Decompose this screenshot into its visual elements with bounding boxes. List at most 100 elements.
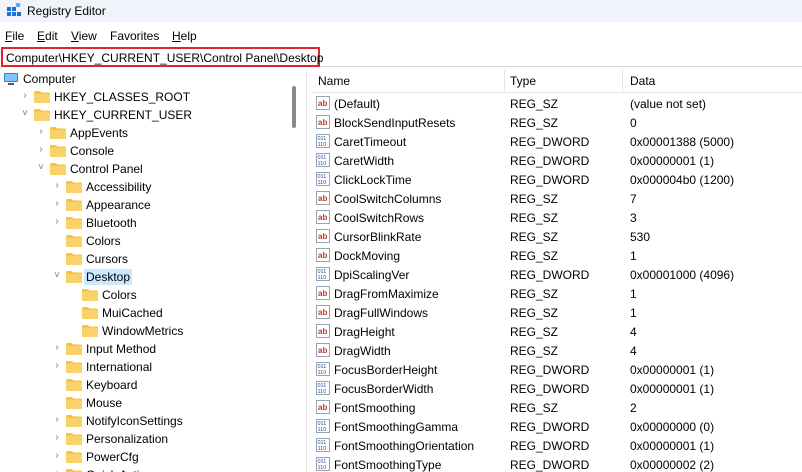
tree-item[interactable]: › Appearance xyxy=(0,196,300,214)
svg-text:ab: ab xyxy=(318,346,327,355)
chevron-down-icon[interactable]: ˅ xyxy=(36,163,46,173)
cell-type: REG_DWORD xyxy=(510,363,590,377)
chevron-right-icon[interactable]: › xyxy=(52,181,62,191)
key-tree[interactable]: Computer › HKEY_CLASSES_ROOT ˅ HKEY_CURRENT_… xyxy=(0,70,306,472)
column-separator[interactable] xyxy=(504,70,505,92)
tree-item[interactable]: › Personalization xyxy=(0,430,300,448)
tree-scrollbar[interactable] xyxy=(290,70,300,472)
chevron-down-icon[interactable]: ˅ xyxy=(20,109,30,119)
table-row[interactable]: 011 110 FocusBorderWidth REG_DWORD 0x0000000… xyxy=(312,379,802,398)
pane-splitter[interactable] xyxy=(306,70,307,472)
cell-name: CaretTimeout xyxy=(334,135,407,149)
binary-value-icon: 011 110 xyxy=(316,457,330,471)
cell-type: REG_SZ xyxy=(510,230,559,244)
cell-type: REG_SZ xyxy=(510,306,559,320)
tree-item[interactable]: WindowMetrics xyxy=(0,322,300,340)
cell-type: REG_DWORD xyxy=(510,154,590,168)
menu-view[interactable]: View xyxy=(71,29,97,43)
table-row[interactable]: ab BlockSendInputResets REG_SZ 0 xyxy=(312,113,802,132)
tree-scrollbar-thumb[interactable] xyxy=(292,86,296,128)
tree-item[interactable]: ˅ Control Panel xyxy=(0,160,300,178)
tree-item[interactable]: MuiCached xyxy=(0,304,300,322)
tree-item[interactable]: › Console xyxy=(0,142,300,160)
tree-item[interactable]: › AppEvents xyxy=(0,124,300,142)
chevron-right-icon[interactable]: › xyxy=(36,127,46,137)
chevron-right-icon[interactable]: › xyxy=(52,217,62,227)
tree-item[interactable]: ˅ Desktop xyxy=(0,268,300,286)
binary-value-icon: 011 110 xyxy=(316,419,330,433)
cell-name: FontSmoothingOrientation xyxy=(334,439,475,453)
string-value-icon: ab xyxy=(316,305,330,319)
address-bar-extension[interactable] xyxy=(320,49,802,67)
table-row[interactable]: ab CursorBlinkRate REG_SZ 530 xyxy=(312,227,802,246)
tree-item[interactable]: Colors xyxy=(0,232,300,250)
table-row[interactable]: ab DragFullWindows REG_SZ 1 xyxy=(312,303,802,322)
column-header-name[interactable]: Name xyxy=(318,74,350,88)
tree-item[interactable]: ›Quick Actions xyxy=(0,466,300,472)
cell-data: 0x00000001 (1) xyxy=(630,382,715,396)
table-row[interactable]: ab DragHeight REG_SZ 4 xyxy=(312,322,802,341)
tree-item[interactable]: Cursors xyxy=(0,250,300,268)
table-row[interactable]: ab CoolSwitchRows REG_SZ 3 xyxy=(312,208,802,227)
address-input[interactable]: Computer\HKEY_CURRENT_USER\Control Panel… xyxy=(6,51,323,65)
table-row[interactable]: ab DragFromMaximize REG_SZ 1 xyxy=(312,284,802,303)
tree-item[interactable]: › PowerCfg xyxy=(0,448,300,466)
tree-item[interactable]: Colors xyxy=(0,286,300,304)
table-row[interactable]: 011 110 CaretWidth REG_DWORD 0x00000001 (1) xyxy=(312,151,802,170)
tree-item[interactable]: › International xyxy=(0,358,300,376)
binary-value-icon: 011 110 xyxy=(316,381,330,395)
table-row[interactable]: ab FontSmoothing REG_SZ 2 xyxy=(312,398,802,417)
table-row[interactable]: 011 110 FontSmoothingType REG_DWORD 0x000000… xyxy=(312,455,802,472)
tree-item[interactable]: › NotifyIconSettings xyxy=(0,412,300,430)
chevron-right-icon[interactable]: › xyxy=(52,433,62,443)
menu-help[interactable]: Help xyxy=(172,29,197,43)
menu-edit[interactable]: Edit xyxy=(37,29,58,43)
tree-item-label: Appearance xyxy=(86,198,151,212)
column-separator[interactable] xyxy=(622,70,623,92)
folder-icon xyxy=(66,234,82,247)
menu-favorites[interactable]: Favorites xyxy=(110,29,159,43)
column-header-data[interactable]: Data xyxy=(630,74,655,88)
tree-item[interactable]: › HKEY_CLASSES_ROOT xyxy=(0,88,300,106)
chevron-right-icon[interactable]: › xyxy=(52,343,62,353)
table-row[interactable]: 011 110 DpiScalingVer REG_DWORD 0x00001000 (… xyxy=(312,265,802,284)
cell-type: REG_DWORD xyxy=(510,458,590,472)
tree-item-label: Personalization xyxy=(86,432,169,446)
folder-icon xyxy=(50,126,66,139)
tree-item[interactable]: Mouse xyxy=(0,394,300,412)
table-row[interactable]: 011 110 FontSmoothingOrientation REG_DWORD 0… xyxy=(312,436,802,455)
chevron-right-icon[interactable]: › xyxy=(20,91,30,101)
cell-name: FontSmoothing xyxy=(334,401,416,415)
chevron-right-icon[interactable]: › xyxy=(52,451,62,461)
chevron-right-icon[interactable]: › xyxy=(52,199,62,209)
string-value-icon: ab xyxy=(316,248,330,262)
tree-item[interactable]: › Bluetooth xyxy=(0,214,300,232)
table-row[interactable]: ab DockMoving REG_SZ 1 xyxy=(312,246,802,265)
column-header-type[interactable]: Type xyxy=(510,74,536,88)
folder-icon xyxy=(82,288,98,301)
chevron-right-icon[interactable]: › xyxy=(36,145,46,155)
svg-text:110: 110 xyxy=(318,465,327,471)
cell-name: CaretWidth xyxy=(334,154,395,168)
tree-item[interactable]: Computer xyxy=(0,70,300,88)
table-row[interactable]: 011 110 FontSmoothingGamma REG_DWORD 0x00000… xyxy=(312,417,802,436)
chevron-right-icon[interactable]: › xyxy=(52,361,62,371)
menu-file[interactable]: File xyxy=(5,29,24,43)
tree-item[interactable]: ˅ HKEY_CURRENT_USER xyxy=(0,106,300,124)
registry-editor-icon xyxy=(7,3,21,16)
cell-name: DockMoving xyxy=(334,249,401,263)
tree-item[interactable]: › Input Method xyxy=(0,340,300,358)
table-row[interactable]: 011 110 FocusBorderHeight REG_DWORD 0x000000… xyxy=(312,360,802,379)
chevron-down-icon[interactable]: ˅ xyxy=(52,271,62,281)
table-row[interactable]: ab DragWidth REG_SZ 4 xyxy=(312,341,802,360)
folder-icon xyxy=(66,360,82,373)
table-row[interactable]: 011 110 ClickLockTime REG_DWORD 0x000004b0 (… xyxy=(312,170,802,189)
tree-item[interactable]: › Accessibility xyxy=(0,178,300,196)
tree-item[interactable]: Keyboard xyxy=(0,376,300,394)
values-list[interactable]: Name Type Data ab (Default) REG_SZ (value n… xyxy=(312,70,802,472)
address-bar[interactable]: Computer\HKEY_CURRENT_USER\Control Panel… xyxy=(1,47,323,67)
table-row[interactable]: 011 110 CaretTimeout REG_DWORD 0x00001388 (5… xyxy=(312,132,802,151)
table-row[interactable]: ab CoolSwitchColumns REG_SZ 7 xyxy=(312,189,802,208)
table-row[interactable]: ab (Default) REG_SZ (value not set) xyxy=(312,94,802,113)
chevron-right-icon[interactable]: › xyxy=(52,415,62,425)
